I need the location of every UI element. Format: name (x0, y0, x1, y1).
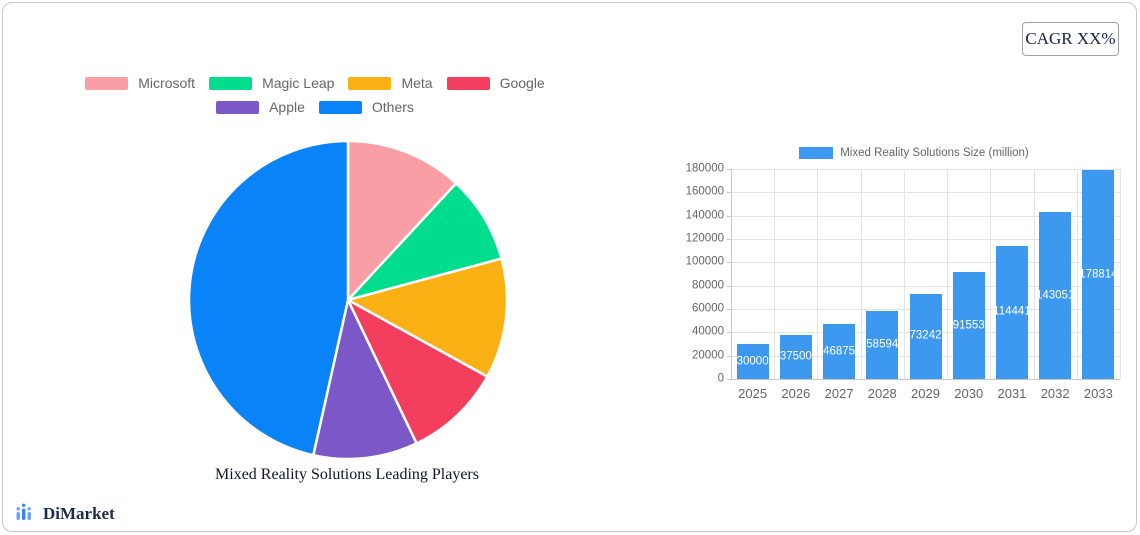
v-gridline (1076, 169, 1078, 379)
bar-plot-area: 0 20000 40000 60000 80000 100000 120000 140000 1… (686, 163, 1121, 400)
legend-item-apple[interactable]: Apple (216, 100, 305, 114)
bar-value-label: 30000 (736, 354, 769, 367)
x-axis-label: 2029 (911, 386, 940, 401)
y-axis-label: 0 (717, 372, 724, 385)
x-axis-label: 2028 (867, 386, 897, 401)
legend-label: Google (499, 75, 545, 91)
x-axis-label: 2031 (997, 386, 1027, 401)
legend-label: Meta (401, 75, 433, 91)
x-axis-label: 2027 (824, 386, 854, 401)
legend-item-others[interactable]: Others (318, 99, 414, 115)
legend-label: Apple (269, 99, 305, 115)
pie-chart (187, 139, 509, 461)
y-axis-label: 160000 (685, 185, 724, 198)
v-gridline (817, 169, 819, 379)
bar-legend-swatch (799, 147, 834, 159)
logo-text: DiMarket (43, 503, 115, 523)
cagr-badge[interactable]: CAGR XX% (1022, 22, 1119, 56)
bar-chart-logo-icon (16, 503, 31, 520)
h-gridline (731, 169, 1120, 170)
legend-label: Magic Leap (262, 75, 335, 91)
legend-label: Others (371, 99, 414, 115)
y-axis-label: 120000 (685, 232, 724, 245)
x-axis-label: 2025 (738, 386, 768, 401)
pie-legend-row-1: Microsoft Magic Leap Meta Google (78, 76, 551, 90)
v-gridline (860, 169, 862, 379)
v-gridline (990, 169, 992, 379)
v-gridline (1033, 169, 1035, 379)
pie-chart-title: Mixed Reality Solutions Leading Players (215, 466, 479, 483)
bar-value-label: 178814 (1079, 267, 1118, 280)
legend-item-magic-leap[interactable]: Magic Leap (209, 76, 334, 90)
legend-swatch (216, 100, 260, 114)
bar-value-label: 73242 (909, 329, 942, 342)
logo-dot (27, 507, 31, 511)
legend-item-meta[interactable]: Meta (348, 75, 433, 91)
x-axis-label: 2032 (1040, 386, 1070, 401)
legend-item-microsoft[interactable]: Microsoft (85, 76, 195, 90)
logo-bar (16, 512, 20, 520)
legend-item-google[interactable]: Google (446, 75, 545, 91)
y-axis-label: 100000 (685, 255, 724, 268)
y-axis-label: 40000 (692, 325, 724, 338)
cagr-badge-label: CAGR XX% (1025, 29, 1116, 48)
legend-swatch (446, 76, 490, 90)
bar-value-label: 37500 (779, 350, 812, 363)
h-gridline (731, 192, 1120, 194)
bar-value-label: 58594 (866, 338, 899, 351)
logo-dot (16, 507, 20, 511)
legend-swatch (209, 76, 253, 90)
bar-value-label: 91553 (952, 318, 985, 331)
x-axis-label: 2030 (954, 386, 984, 401)
v-gridline (903, 169, 905, 379)
v-gridline (731, 169, 732, 379)
pie-slice-others (187, 139, 350, 457)
legend-swatch (318, 100, 362, 114)
bar-chart: Mixed Reality Solutions Size (million) 0… (686, 143, 1138, 411)
bar-legend-label: Mixed Reality Solutions Size (million) (840, 147, 1029, 159)
y-axis-tick (727, 379, 731, 380)
legend-swatch (348, 76, 392, 90)
pie-legend: Microsoft Magic Leap Meta Google Apple Other… (60, 76, 570, 114)
y-axis-label: 180000 (685, 162, 724, 175)
x-axis-label: 2026 (781, 386, 811, 401)
logo-bar (22, 508, 26, 520)
y-axis-label: 80000 (692, 278, 724, 291)
bar-chart-legend[interactable]: Mixed Reality Solutions Size (million) (690, 147, 1138, 159)
y-axis-label: 140000 (685, 208, 724, 221)
v-gridline (1120, 169, 1121, 379)
logo-dot (22, 503, 26, 507)
bar-value-label: 114441 (993, 305, 1031, 318)
legend-swatch (85, 76, 129, 90)
v-gridline (774, 169, 776, 379)
y-axis-label: 20000 (692, 348, 724, 361)
h-gridline (731, 379, 1120, 380)
bar-value-label: 46875 (823, 344, 856, 357)
x-axis-label: 2033 (1083, 386, 1113, 401)
v-gridline (947, 169, 949, 379)
y-axis-label: 60000 (692, 302, 724, 315)
dimarket-logo: DiMarket (16, 503, 115, 523)
pie-legend-row-2: Apple Others (209, 100, 421, 114)
legend-label: Microsoft (138, 75, 196, 91)
logo-bar (27, 512, 31, 520)
bar-value-label: 143051 (1035, 288, 1075, 301)
